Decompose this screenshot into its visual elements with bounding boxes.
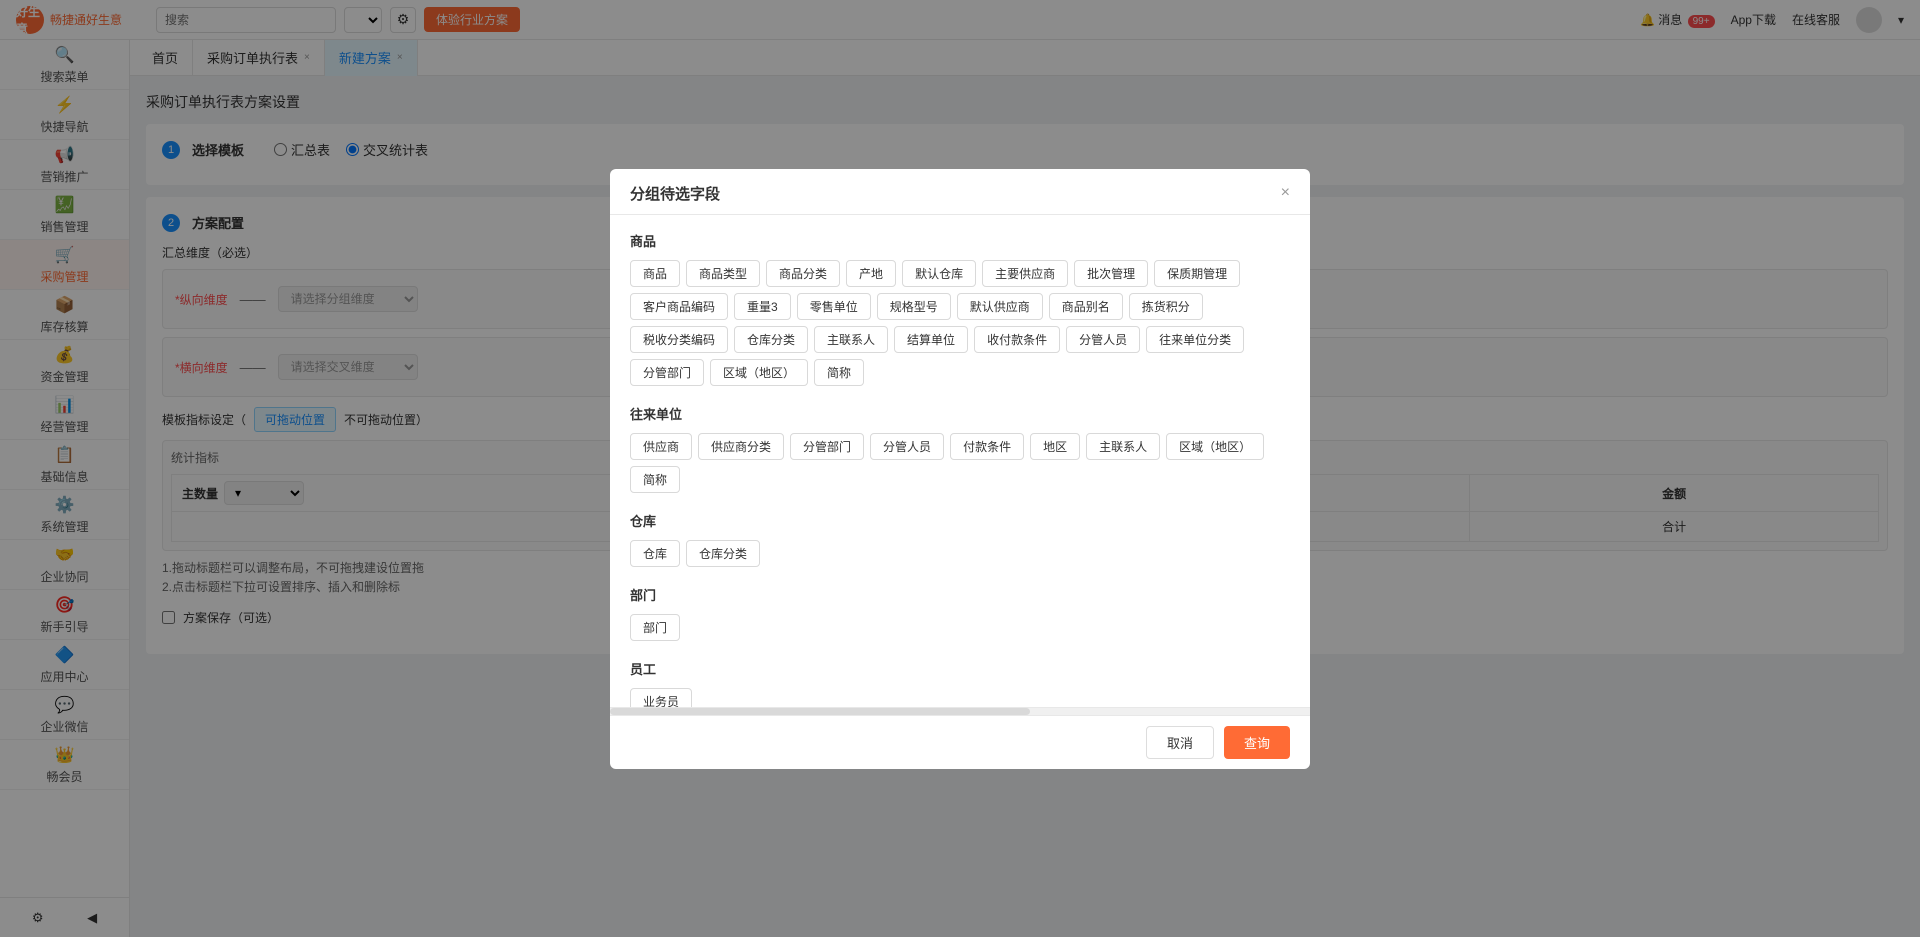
- field-tag-department-0[interactable]: 部门: [630, 614, 680, 641]
- field-tag-product-10[interactable]: 零售单位: [797, 293, 871, 320]
- field-tag-product-17[interactable]: 主联系人: [814, 326, 888, 353]
- field-tag-product-0[interactable]: 商品: [630, 260, 680, 287]
- field-tag-product-6[interactable]: 批次管理: [1074, 260, 1148, 287]
- field-section-employee: 员工业务员: [630, 659, 1290, 707]
- field-tags-department: 部门: [630, 614, 1290, 641]
- field-tags-partner: 供应商供应商分类分管部门分管人员付款条件地区主联系人区域（地区） 简称: [630, 433, 1290, 493]
- field-tag-product-8[interactable]: 客户商品编码: [630, 293, 728, 320]
- field-tag-partner-0[interactable]: 供应商: [630, 433, 692, 460]
- field-tag-product-11[interactable]: 规格型号: [877, 293, 951, 320]
- field-tag-partner-6[interactable]: 主联系人: [1086, 433, 1160, 460]
- cancel-button[interactable]: 取消: [1146, 726, 1214, 759]
- field-tag-product-9[interactable]: 重量3: [734, 293, 791, 320]
- field-tag-product-21[interactable]: 往来单位分类: [1146, 326, 1244, 353]
- field-tag-product-24[interactable]: 简称: [814, 359, 864, 386]
- field-tag-product-1[interactable]: 商品类型: [686, 260, 760, 287]
- field-tag-product-4[interactable]: 默认仓库: [902, 260, 976, 287]
- modal-dialog: 分组待选字段 × 商品商品商品类型商品分类产地默认仓库主要供应商批次管理保质期管…: [610, 169, 1310, 769]
- field-tag-partner-8[interactable]: 简称: [630, 466, 680, 493]
- field-tag-product-3[interactable]: 产地: [846, 260, 896, 287]
- field-section-warehouse: 仓库仓库仓库分类: [630, 511, 1290, 567]
- modal-body: 商品商品商品类型商品分类产地默认仓库主要供应商批次管理保质期管理客户商品编码重量…: [610, 215, 1310, 707]
- field-section-title-department: 部门: [630, 585, 1290, 604]
- confirm-button[interactable]: 查询: [1224, 726, 1290, 759]
- field-tag-partner-1[interactable]: 供应商分类: [698, 433, 784, 460]
- field-tag-product-22[interactable]: 分管部门: [630, 359, 704, 386]
- modal-close-icon[interactable]: ×: [1281, 184, 1290, 202]
- horizontal-scrollbar[interactable]: [610, 707, 1310, 715]
- field-tag-product-7[interactable]: 保质期管理: [1154, 260, 1240, 287]
- field-section-department: 部门部门: [630, 585, 1290, 641]
- field-tag-product-23[interactable]: 区域（地区）: [710, 359, 808, 386]
- field-tag-product-2[interactable]: 商品分类: [766, 260, 840, 287]
- field-tag-warehouse-0[interactable]: 仓库: [630, 540, 680, 567]
- field-tag-product-13[interactable]: 商品别名: [1049, 293, 1123, 320]
- field-tags-employee: 业务员: [630, 688, 1290, 707]
- field-tag-product-12[interactable]: 默认供应商: [957, 293, 1043, 320]
- field-section-title-employee: 员工: [630, 659, 1290, 678]
- field-tag-warehouse-1[interactable]: 仓库分类: [686, 540, 760, 567]
- modal-title: 分组待选字段: [630, 183, 720, 204]
- field-tag-partner-7[interactable]: 区域（地区）: [1166, 433, 1264, 460]
- field-section-title-warehouse: 仓库: [630, 511, 1290, 530]
- field-tag-partner-4[interactable]: 付款条件: [950, 433, 1024, 460]
- field-tag-product-16[interactable]: 仓库分类: [734, 326, 808, 353]
- field-tags-product: 商品商品类型商品分类产地默认仓库主要供应商批次管理保质期管理客户商品编码重量3零…: [630, 260, 1290, 386]
- field-tags-warehouse: 仓库仓库分类: [630, 540, 1290, 567]
- field-tag-product-15[interactable]: 税收分类编码: [630, 326, 728, 353]
- scrollbar-thumb: [610, 708, 1030, 715]
- field-tag-partner-5[interactable]: 地区: [1030, 433, 1080, 460]
- field-tag-employee-0[interactable]: 业务员: [630, 688, 692, 707]
- field-tag-partner-3[interactable]: 分管人员: [870, 433, 944, 460]
- field-tag-product-20[interactable]: 分管人员: [1066, 326, 1140, 353]
- field-section-product: 商品商品商品类型商品分类产地默认仓库主要供应商批次管理保质期管理客户商品编码重量…: [630, 231, 1290, 386]
- field-section-title-product: 商品: [630, 231, 1290, 250]
- modal-footer: 取消 查询: [610, 715, 1310, 769]
- field-tag-product-14[interactable]: 拣货积分: [1129, 293, 1203, 320]
- modal-header: 分组待选字段 ×: [610, 169, 1310, 215]
- modal-overlay: 分组待选字段 × 商品商品商品类型商品分类产地默认仓库主要供应商批次管理保质期管…: [0, 0, 1920, 937]
- field-section-partner: 往来单位供应商供应商分类分管部门分管人员付款条件地区主联系人区域（地区） 简称: [630, 404, 1290, 493]
- field-tag-partner-2[interactable]: 分管部门: [790, 433, 864, 460]
- field-section-title-partner: 往来单位: [630, 404, 1290, 423]
- field-tag-product-18[interactable]: 结算单位: [894, 326, 968, 353]
- field-tag-product-19[interactable]: 收付款条件: [974, 326, 1060, 353]
- field-tag-product-5[interactable]: 主要供应商: [982, 260, 1068, 287]
